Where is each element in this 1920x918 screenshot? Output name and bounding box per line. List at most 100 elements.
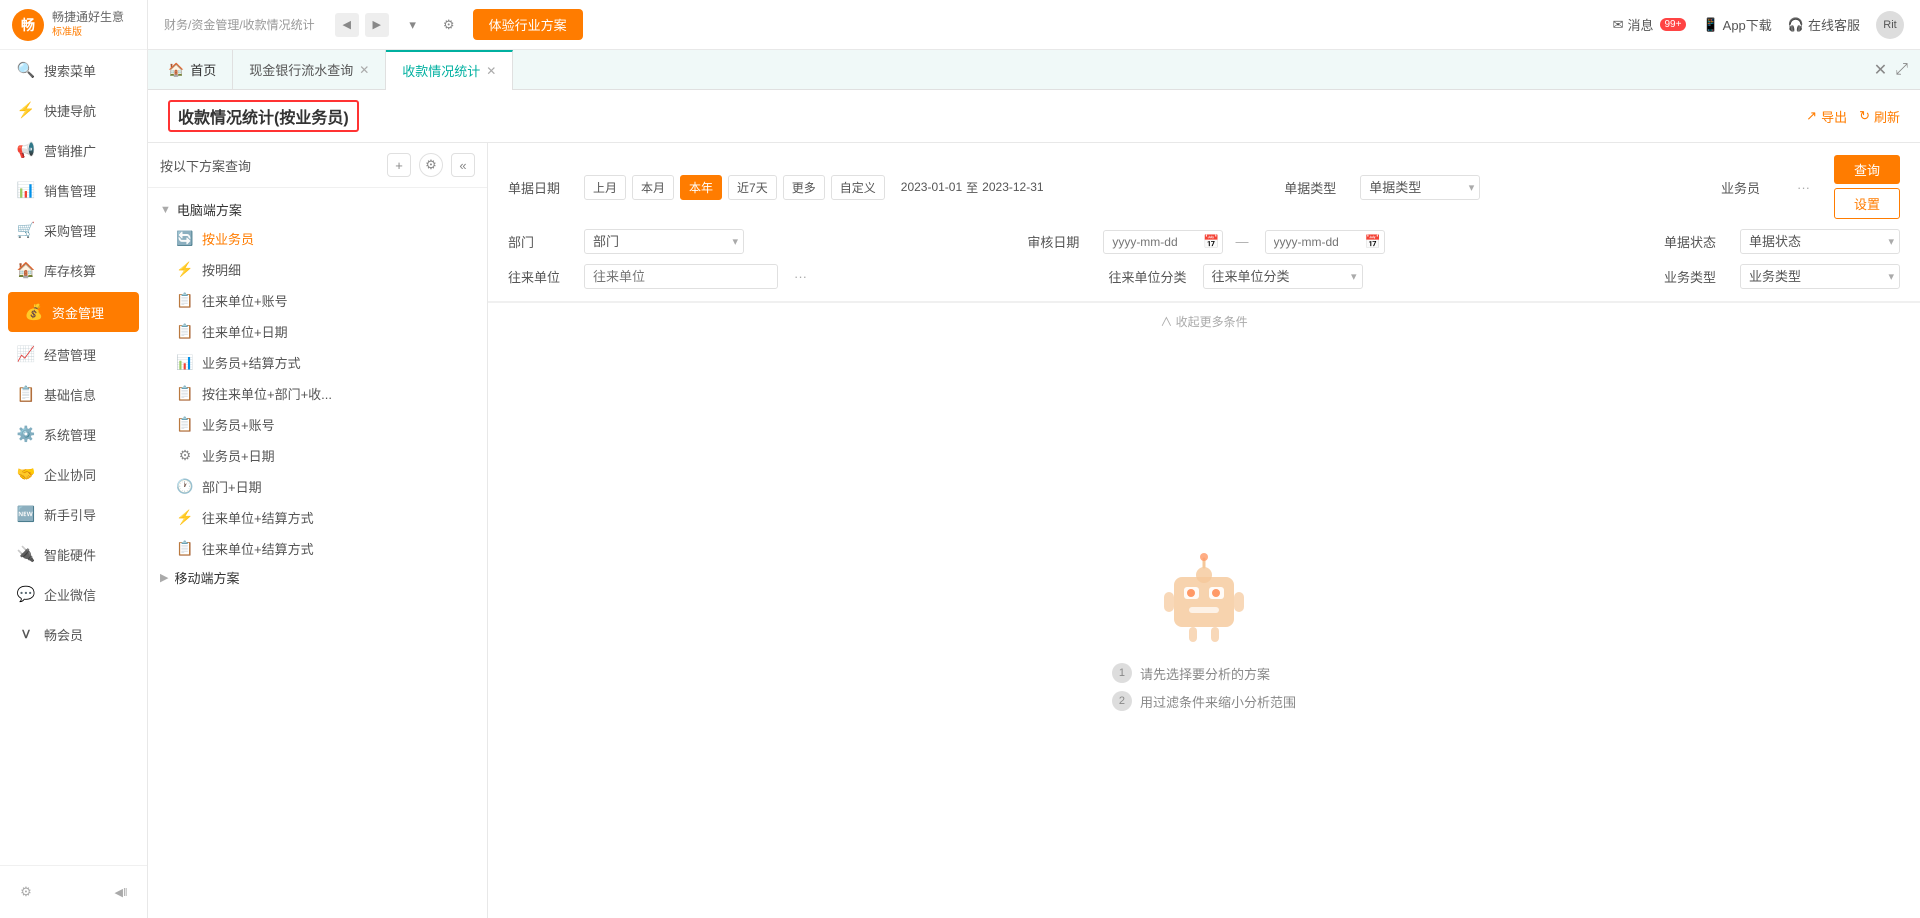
sidebar-collapse-icon[interactable]: ◀‖	[107, 878, 135, 906]
filter-row-2: 部门 部门 审核日期 📅 —	[508, 229, 1900, 254]
scheme-item-salesman-settlement[interactable]: 📊 业务员+结算方式	[148, 347, 487, 378]
page-actions: ↗ 导出 ↻ 刷新	[1806, 107, 1900, 126]
empty-step-2: 2 用过滤条件来缩小分析范围	[1112, 691, 1296, 711]
biz-type-select[interactable]: 业务类型	[1740, 264, 1900, 289]
inventory-icon: 🏠	[16, 260, 36, 280]
refresh-icon: ↻	[1859, 108, 1870, 124]
scheme-item-by-detail[interactable]: ⚡ 按明细	[148, 254, 487, 285]
doc-type-select-wrap: 单据类型	[1360, 175, 1480, 200]
review-date-start-group: 📅	[1103, 230, 1219, 254]
tab-receipt-stats[interactable]: 收款情况统计 ✕	[386, 50, 513, 90]
salesman-more-icon[interactable]: ···	[1797, 180, 1810, 195]
sidebar-item-purchase[interactable]: 🛒 采购管理	[0, 210, 147, 250]
doc-type-label: 单据类型	[1284, 178, 1344, 197]
sidebar-item-basic[interactable]: 📋 基础信息	[0, 374, 147, 414]
refresh-btn[interactable]: ↻ 刷新	[1859, 107, 1900, 126]
sidebar-item-inventory[interactable]: 🏠 库存核算	[0, 250, 147, 290]
collapse-panel-btn[interactable]: «	[451, 153, 475, 177]
sidebar-item-sales[interactable]: 📊 销售管理	[0, 170, 147, 210]
partner-more-icon[interactable]: ···	[794, 269, 807, 284]
nav-back-icon[interactable]: ◀	[335, 13, 359, 37]
scheme-item-partner-account[interactable]: 📋 往来单位+账号	[148, 285, 487, 316]
sidebar-item-operation[interactable]: 📈 经营管理	[0, 334, 147, 374]
sidebar-item-search[interactable]: 🔍 搜索菜单	[0, 50, 147, 90]
online-service-btn[interactable]: 🎧 在线客服	[1788, 15, 1860, 34]
scheme-settings-btn[interactable]: ⚙	[419, 153, 443, 177]
left-panel-title: 按以下方案查询	[160, 156, 251, 175]
finance-icon: 💰	[24, 302, 44, 322]
doc-status-select[interactable]: 单据状态	[1740, 229, 1900, 254]
member-icon: Ⅴ	[16, 624, 36, 644]
sidebar-item-hardware[interactable]: 🔌 智能硬件	[0, 534, 147, 574]
date-btn-custom[interactable]: 自定义	[831, 175, 885, 200]
sidebar-item-quick-nav[interactable]: ⚡ 快捷导航	[0, 90, 147, 130]
partner-input[interactable]	[584, 264, 778, 289]
review-date-end-group: 📅	[1265, 230, 1381, 254]
left-panel-actions: + ⚙ «	[387, 153, 475, 177]
partner-category-select[interactable]: 往来单位分类	[1203, 264, 1363, 289]
message-btn[interactable]: ✉ 消息 99+	[1613, 15, 1687, 34]
date-btn-last-month[interactable]: 上月	[584, 175, 626, 200]
scheme-item-partner-settlement1[interactable]: ⚡ 往来单位+结算方式	[148, 502, 487, 533]
sidebar-item-system[interactable]: ⚙️ 系统管理	[0, 414, 147, 454]
doc-type-select[interactable]: 单据类型	[1360, 175, 1480, 200]
add-scheme-btn[interactable]: +	[387, 153, 411, 177]
tab-receipt-stats-close[interactable]: ✕	[486, 64, 496, 78]
app-download-btn[interactable]: 📱 App下载	[1702, 15, 1771, 34]
tab-home[interactable]: 🏠 首页	[152, 50, 233, 90]
mobile-group-header[interactable]: ▶ 移动端方案	[148, 564, 487, 591]
empty-step-1: 1 请先选择要分析的方案	[1112, 663, 1296, 683]
operation-icon: 📈	[16, 344, 36, 364]
desktop-group-header[interactable]: ▼ 电脑端方案	[148, 196, 487, 223]
date-btn-more[interactable]: 更多	[783, 175, 825, 200]
date-btn-this-year[interactable]: 本年	[680, 175, 722, 200]
app-icon: 📱	[1702, 17, 1718, 33]
close-all-icon[interactable]: ✕	[1874, 60, 1887, 80]
sidebar-item-enterprise[interactable]: 🤝 企业协同	[0, 454, 147, 494]
sidebar-item-wechat[interactable]: 💬 企业微信	[0, 574, 147, 614]
left-panel-header: 按以下方案查询 + ⚙ «	[148, 143, 487, 188]
mobile-arrow-icon: ▶	[160, 571, 168, 584]
partner-category-select-wrap: 往来单位分类	[1203, 264, 1363, 289]
review-date-start-calendar-icon: 📅	[1203, 234, 1219, 250]
marketing-icon: 📢	[16, 140, 36, 160]
date-btn-7days[interactable]: 近7天	[728, 175, 777, 200]
expand-icon[interactable]: ⤢	[1895, 61, 1908, 79]
scheme-item-partner-dept[interactable]: 📋 按往来单位+部门+收...	[148, 378, 487, 409]
scheme-item-dept-date[interactable]: 🕐 部门+日期	[148, 471, 487, 502]
nav-forward-icon[interactable]: ▶	[365, 13, 389, 37]
set-btn[interactable]: 设置	[1834, 188, 1900, 219]
right-panel: 单据日期 上月 本月 本年 近7天 更多 自定义 2023-01-01 至	[488, 143, 1920, 918]
sidebar-item-member[interactable]: Ⅴ 畅会员	[0, 614, 147, 654]
user-avatar[interactable]: Rit	[1876, 11, 1904, 39]
content-area: 收款情况统计(按业务员) ↗ 导出 ↻ 刷新 按以下方案查询 +	[148, 90, 1920, 918]
export-icon: ↗	[1806, 108, 1817, 124]
tab-bank-flow-close[interactable]: ✕	[359, 63, 369, 77]
scheme-item-by-salesman[interactable]: 🔄 按业务员	[148, 223, 487, 254]
by-detail-icon: ⚡	[176, 261, 194, 279]
bottom-settings-icon[interactable]: ⚙	[12, 878, 40, 906]
collapse-more-btn[interactable]: ∧ 收起更多条件	[488, 302, 1920, 340]
date-range-display: 2023-01-01 至 2023-12-31	[901, 179, 1044, 196]
tab-bank-flow[interactable]: 现金银行流水查询 ✕	[233, 50, 386, 90]
header-right: ✉ 消息 99+ 📱 App下载 🎧 在线客服 Rit	[1613, 11, 1904, 39]
export-btn[interactable]: ↗ 导出	[1806, 107, 1847, 126]
scheme-item-salesman-account[interactable]: 📋 业务员+账号	[148, 409, 487, 440]
settings-icon[interactable]: ⚙	[437, 13, 461, 37]
purchase-icon: 🛒	[16, 220, 36, 240]
sales-icon: 📊	[16, 180, 36, 200]
query-btn[interactable]: 查询	[1834, 155, 1900, 184]
scheme-item-salesman-date[interactable]: ⚙ 业务员+日期	[148, 440, 487, 471]
scheme-item-partner-settlement2[interactable]: 📋 往来单位+结算方式	[148, 533, 487, 564]
sidebar-item-finance[interactable]: 💰 资金管理	[8, 292, 139, 332]
quick-nav-icon: ⚡	[16, 100, 36, 120]
trial-btn[interactable]: 体验行业方案	[473, 9, 583, 40]
sidebar-item-guide[interactable]: 🆕 新手引导	[0, 494, 147, 534]
sidebar-item-marketing[interactable]: 📢 营销推广	[0, 130, 147, 170]
main-content: 财务/资金管理/收款情况统计 ◀ ▶ ▾ ⚙ 体验行业方案 ✉ 消息 99+ 📱…	[148, 0, 1920, 918]
scheme-item-partner-date[interactable]: 📋 往来单位+日期	[148, 316, 487, 347]
dept-select[interactable]: 部门	[584, 229, 744, 254]
dropdown-icon[interactable]: ▾	[401, 13, 425, 37]
date-btn-this-month[interactable]: 本月	[632, 175, 674, 200]
basic-icon: 📋	[16, 384, 36, 404]
